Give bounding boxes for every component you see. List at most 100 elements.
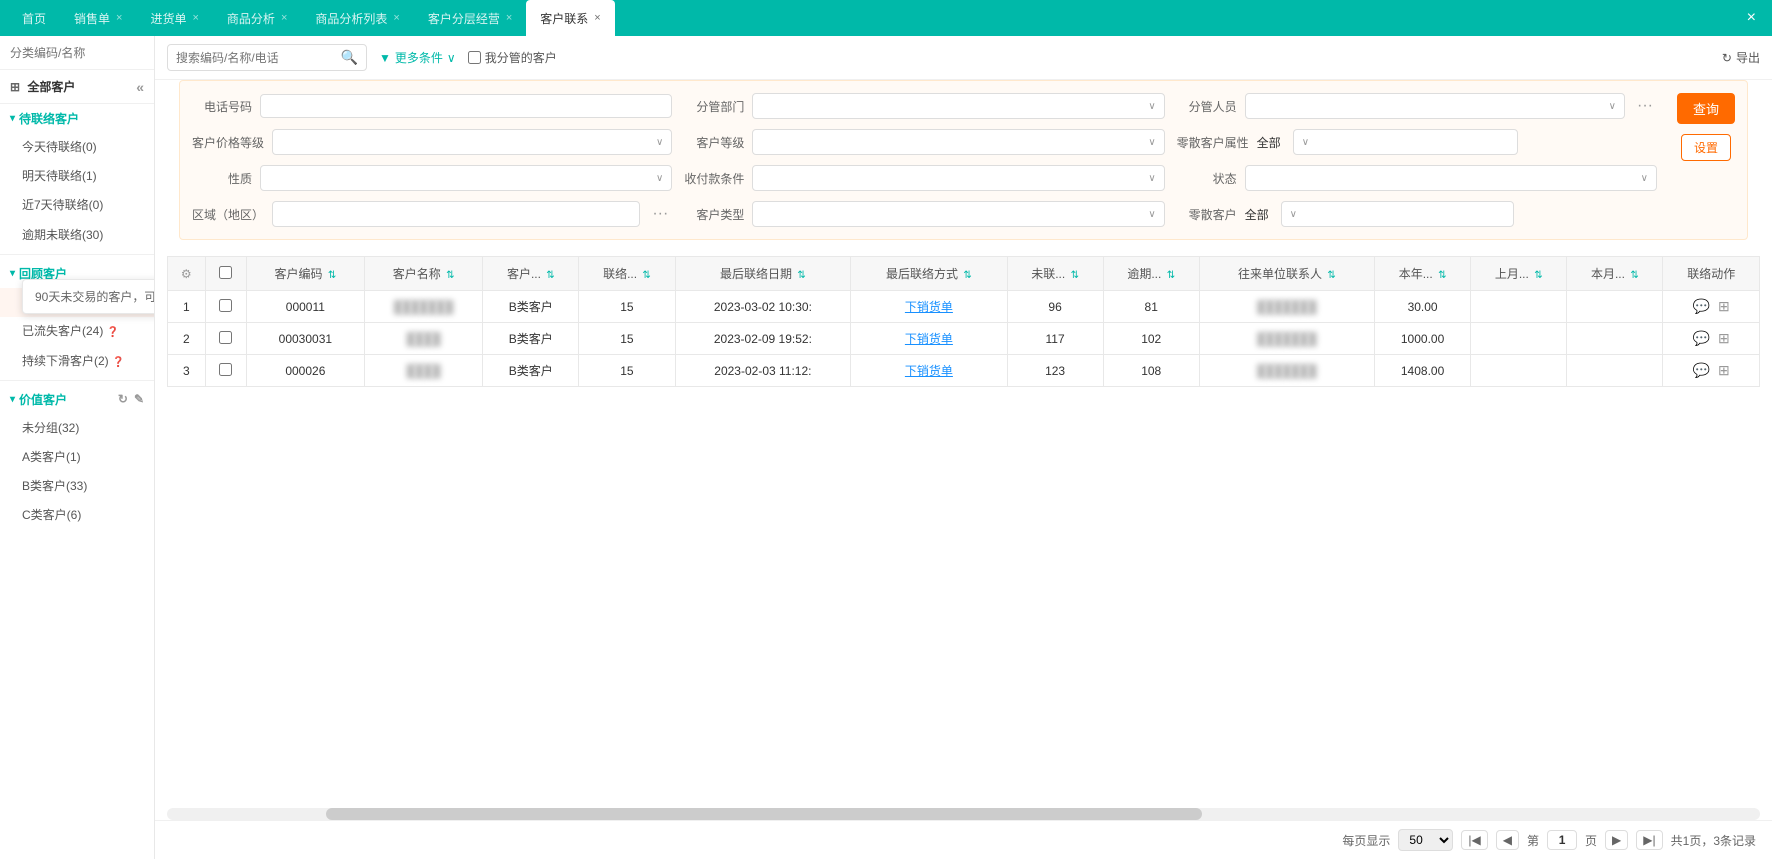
- scrollbar-thumb[interactable]: [326, 808, 1202, 820]
- page-size-select[interactable]: 50 100: [1398, 829, 1453, 851]
- status-select[interactable]: ∨: [1245, 165, 1657, 191]
- row-3-select[interactable]: [219, 363, 232, 376]
- search-input[interactable]: [176, 51, 341, 65]
- row-1-select[interactable]: [219, 299, 232, 312]
- th-type[interactable]: 客户... ⇅: [483, 257, 579, 291]
- query-button[interactable]: 查询: [1677, 93, 1735, 124]
- sidebar-group-value[interactable]: ▾ 价值客户 ↻ ✎: [0, 385, 154, 414]
- sort-icon-od[interactable]: ⇅: [1167, 270, 1175, 281]
- th-last-method[interactable]: 最后联络方式 ⇅: [851, 257, 1007, 291]
- edit-icon[interactable]: ✎: [134, 392, 144, 406]
- sort-icon-cm[interactable]: ⇅: [1630, 270, 1638, 281]
- th-name[interactable]: 客户名称 ⇅: [364, 257, 482, 291]
- sidebar-item-type-c[interactable]: C类客户(6): [0, 501, 154, 530]
- dots-icon-1[interactable]: ···: [1633, 97, 1657, 115]
- branch-dept-select[interactable]: ∨: [752, 93, 1164, 119]
- export-btn[interactable]: ↻ 导出: [1722, 49, 1760, 66]
- region-select[interactable]: [272, 201, 640, 227]
- next-page-btn[interactable]: ▶: [1605, 830, 1628, 850]
- tab-analysis[interactable]: 商品分析 ×: [213, 0, 301, 36]
- tab-customer-contact-close[interactable]: ×: [594, 12, 600, 24]
- sidebar-item-ungrouped[interactable]: 未分组(32): [0, 414, 154, 443]
- row-3-checkbox[interactable]: [205, 355, 246, 387]
- sidebar-all-customers[interactable]: ⊞ 全部客户 «: [0, 70, 154, 104]
- sidebar-item-7days[interactable]: 近7天待联络(0): [0, 191, 154, 220]
- th-not-contacted[interactable]: 未联... ⇅: [1007, 257, 1103, 291]
- chat-icon-2[interactable]: 💬: [1693, 330, 1710, 347]
- th-settings[interactable]: ⚙: [168, 257, 206, 291]
- tab-customer-layer[interactable]: 客户分层经营 ×: [414, 0, 526, 36]
- sidebar-item-churned[interactable]: 已流失客户(24) ❓: [0, 317, 154, 346]
- tab-analysis-list[interactable]: 商品分析列表 ×: [301, 0, 413, 36]
- sort-icon-nc[interactable]: ⇅: [1071, 270, 1079, 281]
- grid-icon-2[interactable]: ⊞: [1718, 330, 1730, 347]
- th-current-month[interactable]: 本月... ⇅: [1567, 257, 1663, 291]
- settings-button[interactable]: 设置: [1681, 134, 1731, 161]
- th-contact[interactable]: 联络... ⇅: [579, 257, 675, 291]
- sort-icon-type[interactable]: ⇅: [546, 270, 554, 281]
- last-page-btn[interactable]: ▶|: [1636, 830, 1662, 850]
- tab-analysis-list-close[interactable]: ×: [393, 12, 399, 24]
- phone-input[interactable]: [260, 94, 672, 118]
- tab-home[interactable]: 首页: [8, 0, 60, 36]
- grid-icon-3[interactable]: ⊞: [1718, 362, 1730, 379]
- branch-person-select[interactable]: ∨: [1245, 93, 1625, 119]
- sidebar-item-tomorrow[interactable]: 明天待联络(1): [0, 162, 154, 191]
- tab-purchase-close[interactable]: ×: [192, 12, 198, 24]
- horizontal-scrollbar[interactable]: [167, 808, 1760, 820]
- chat-icon-3[interactable]: 💬: [1693, 362, 1710, 379]
- tab-customer-layer-close[interactable]: ×: [506, 12, 512, 24]
- tab-purchase[interactable]: 进货单 ×: [136, 0, 212, 36]
- tab-customer-contact[interactable]: 客户联系 ×: [526, 0, 614, 36]
- th-code[interactable]: 客户编码 ⇅: [246, 257, 364, 291]
- row-2-checkbox[interactable]: [205, 323, 246, 355]
- customer-level-select[interactable]: ∨: [752, 129, 1164, 155]
- zero-sales-attr-select[interactable]: ∨: [1293, 129, 1519, 155]
- sidebar-collapse-icon[interactable]: «: [136, 79, 144, 95]
- settings-icon[interactable]: ⚙: [181, 267, 192, 281]
- sidebar-item-type-b[interactable]: B类客户(33): [0, 472, 154, 501]
- row-2-last-method[interactable]: 下销货单: [851, 323, 1007, 355]
- customer-type-select[interactable]: ∨: [752, 201, 1164, 227]
- tab-analysis-close[interactable]: ×: [281, 12, 287, 24]
- tab-sales[interactable]: 销售单 ×: [60, 0, 136, 36]
- sidebar-item-today[interactable]: 今天待联络(0): [0, 133, 154, 162]
- tab-sales-close[interactable]: ×: [116, 12, 122, 24]
- sort-icon-code[interactable]: ⇅: [328, 270, 336, 281]
- grid-icon-1[interactable]: ⊞: [1718, 298, 1730, 315]
- search-btn-icon[interactable]: 🔍: [341, 49, 358, 66]
- row-2-select[interactable]: [219, 331, 232, 344]
- sidebar-item-overdue[interactable]: 逾期未联络(30): [0, 221, 154, 250]
- sort-icon-year[interactable]: ⇅: [1438, 270, 1446, 281]
- th-year[interactable]: 本年... ⇅: [1375, 257, 1471, 291]
- zero-sales-select[interactable]: ∨: [1281, 201, 1514, 227]
- th-last-month[interactable]: 上月... ⇅: [1471, 257, 1567, 291]
- gender-select[interactable]: ∨: [260, 165, 672, 191]
- my-customers-check[interactable]: [468, 51, 481, 64]
- th-last-date[interactable]: 最后联络日期 ⇅: [675, 257, 851, 291]
- th-unit-contact[interactable]: 往来单位联系人 ⇅: [1199, 257, 1374, 291]
- th-overdue[interactable]: 逾期... ⇅: [1103, 257, 1199, 291]
- select-all-checkbox[interactable]: [219, 266, 232, 279]
- prev-page-btn[interactable]: ◀: [1496, 830, 1519, 850]
- row-1-last-method[interactable]: 下销货单: [851, 291, 1007, 323]
- sort-icon-date[interactable]: ⇅: [797, 270, 805, 281]
- window-close-btn[interactable]: ×: [1739, 9, 1764, 27]
- sidebar-search-input[interactable]: [10, 46, 155, 60]
- sidebar-item-declining[interactable]: 持续下滑客户(2) ❓: [0, 347, 154, 376]
- price-level-select[interactable]: ∨: [272, 129, 672, 155]
- sort-icon-contact[interactable]: ⇅: [642, 270, 650, 281]
- sort-icon-method[interactable]: ⇅: [963, 270, 971, 281]
- row-1-checkbox[interactable]: [205, 291, 246, 323]
- refresh-icon[interactable]: ↻: [118, 392, 128, 406]
- th-checkbox[interactable]: [205, 257, 246, 291]
- first-page-btn[interactable]: |◀: [1461, 830, 1487, 850]
- sort-icon-uc[interactable]: ⇅: [1327, 270, 1335, 281]
- sort-icon-lm[interactable]: ⇅: [1534, 270, 1542, 281]
- sidebar-group-pending[interactable]: ▾ 待联络客户: [0, 104, 154, 133]
- page-input[interactable]: [1547, 830, 1577, 850]
- payment-select[interactable]: ∨: [752, 165, 1164, 191]
- my-customers-checkbox[interactable]: 我分管的客户: [468, 49, 557, 66]
- chat-icon-1[interactable]: 💬: [1693, 298, 1710, 315]
- dots-icon-2[interactable]: ···: [648, 205, 672, 223]
